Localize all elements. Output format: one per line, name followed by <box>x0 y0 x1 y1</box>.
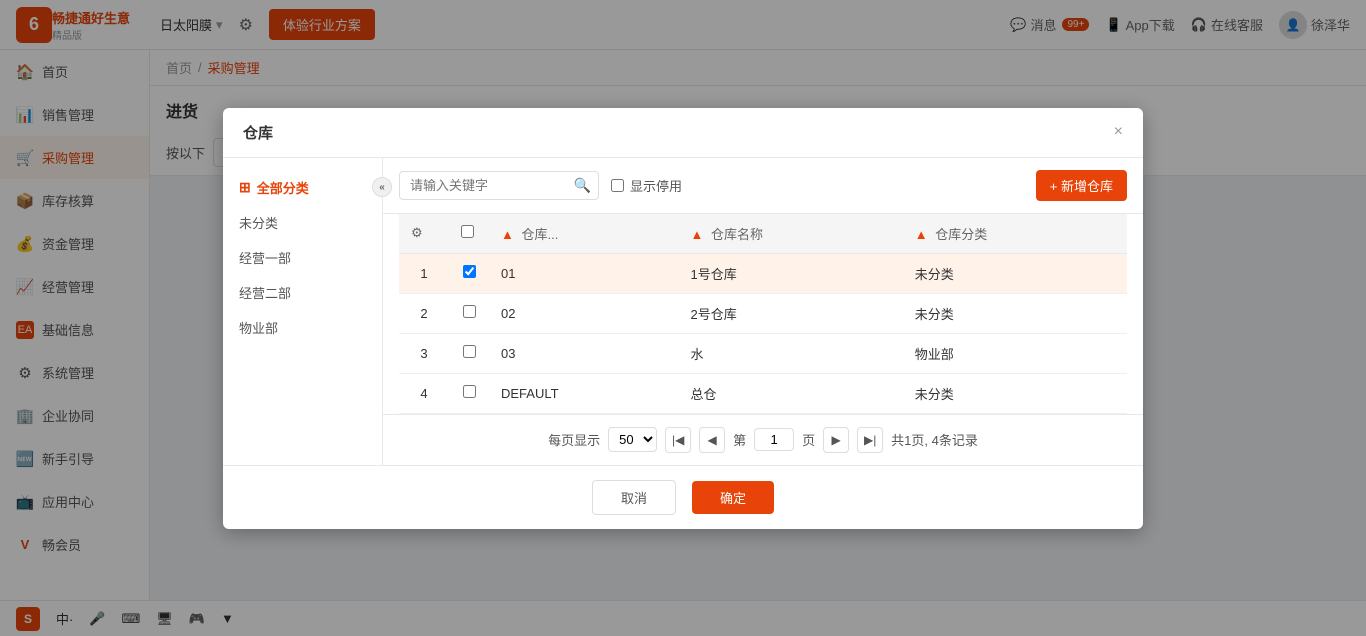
warehouse-table: ⚙ ▲ 仓库... ▲ <box>399 214 1127 414</box>
add-warehouse-button[interactable]: + 新增仓库 <box>1036 170 1127 201</box>
row-code: 03 <box>489 333 679 373</box>
row-category: 物业部 <box>903 333 1127 373</box>
row-checkbox[interactable] <box>463 345 476 358</box>
page-number-input[interactable] <box>754 428 794 451</box>
cancel-button[interactable]: 取消 <box>592 480 676 515</box>
search-icon[interactable]: 🔍 <box>574 177 591 194</box>
row-code: DEFAULT <box>489 373 679 413</box>
pagination: 每页显示 50 |◀ ◀ 第 页 ▶ ▶| 共1页, 4条记录 <box>383 414 1143 465</box>
th-gear: ⚙ <box>399 214 449 254</box>
row-category: 未分类 <box>903 373 1127 413</box>
row-name: 总仓 <box>679 373 903 413</box>
sort-cat-icon: ▲ <box>915 227 928 242</box>
modal-title: 仓库 <box>243 122 273 143</box>
row-checkbox[interactable] <box>463 385 476 398</box>
row-index: 2 <box>399 293 449 333</box>
row-code: 01 <box>489 253 679 293</box>
collapse-sidebar-button[interactable]: « <box>372 177 392 197</box>
sort-icon: ▲ <box>501 227 514 242</box>
th-name: ▲ 仓库名称 <box>679 214 903 254</box>
last-page-button[interactable]: ▶| <box>857 427 883 453</box>
row-name: 2号仓库 <box>679 293 903 333</box>
confirm-button[interactable]: 确定 <box>692 481 774 514</box>
modal-sidebar-item-dept1[interactable]: 经营一部 <box>223 240 382 275</box>
select-all-checkbox[interactable] <box>461 225 474 238</box>
th-code: ▲ 仓库... <box>489 214 679 254</box>
table-row[interactable]: 3 03 水 物业部 <box>399 333 1127 373</box>
row-checkbox-cell <box>449 293 489 333</box>
modal-overlay: 仓库 × ⊞ 全部分类 « 未分类 经营一部 经营二部 物业部 <box>0 0 1366 636</box>
modal-sidebar-item-dept2[interactable]: 经营二部 <box>223 275 382 310</box>
modal-sidebar-title: ⊞ 全部分类 « <box>223 170 382 205</box>
th-checkbox <box>449 214 489 254</box>
search-input[interactable] <box>399 171 599 200</box>
modal-footer: 取消 确定 <box>223 465 1143 529</box>
row-name: 水 <box>679 333 903 373</box>
next-page-button[interactable]: ▶ <box>823 427 849 453</box>
table-row[interactable]: 4 DEFAULT 总仓 未分类 <box>399 373 1127 413</box>
modal-toolbar: 🔍 显示停用 + 新增仓库 <box>383 158 1143 214</box>
modal-sidebar-item-uncategorized[interactable]: 未分类 <box>223 205 382 240</box>
row-name: 1号仓库 <box>679 253 903 293</box>
modal-sidebar-item-property[interactable]: 物业部 <box>223 310 382 345</box>
th-category: ▲ 仓库分类 <box>903 214 1127 254</box>
row-index: 3 <box>399 333 449 373</box>
grid-icon: ⊞ <box>239 179 251 196</box>
modal-main-content: 🔍 显示停用 + 新增仓库 ⚙ <box>383 158 1143 465</box>
modal-header: 仓库 × <box>223 108 1143 158</box>
modal-sidebar: ⊞ 全部分类 « 未分类 经营一部 经营二部 物业部 <box>223 158 383 465</box>
modal-close-button[interactable]: × <box>1114 123 1123 141</box>
row-checkbox[interactable] <box>463 305 476 318</box>
show-disabled-checkbox[interactable] <box>611 179 624 192</box>
row-category: 未分类 <box>903 253 1127 293</box>
show-disabled-checkbox-label[interactable]: 显示停用 <box>611 176 682 195</box>
row-checkbox-cell <box>449 253 489 293</box>
prev-page-button[interactable]: ◀ <box>699 427 725 453</box>
warehouse-modal: 仓库 × ⊞ 全部分类 « 未分类 经营一部 经营二部 物业部 <box>223 108 1143 529</box>
first-page-button[interactable]: |◀ <box>665 427 691 453</box>
row-index: 4 <box>399 373 449 413</box>
row-checkbox-cell <box>449 333 489 373</box>
page-size-select[interactable]: 50 <box>608 427 657 452</box>
table-row[interactable]: 2 02 2号仓库 未分类 <box>399 293 1127 333</box>
gear-icon: ⚙ <box>411 225 423 240</box>
sort-name-icon: ▲ <box>691 227 704 242</box>
row-category: 未分类 <box>903 293 1127 333</box>
row-index: 1 <box>399 253 449 293</box>
row-checkbox-cell <box>449 373 489 413</box>
modal-body: ⊞ 全部分类 « 未分类 经营一部 经营二部 物业部 🔍 <box>223 158 1143 465</box>
row-code: 02 <box>489 293 679 333</box>
warehouse-table-wrap: ⚙ ▲ 仓库... ▲ <box>383 214 1143 414</box>
table-row[interactable]: 1 01 1号仓库 未分类 <box>399 253 1127 293</box>
search-wrap: 🔍 <box>399 171 599 200</box>
row-checkbox[interactable] <box>463 265 476 278</box>
